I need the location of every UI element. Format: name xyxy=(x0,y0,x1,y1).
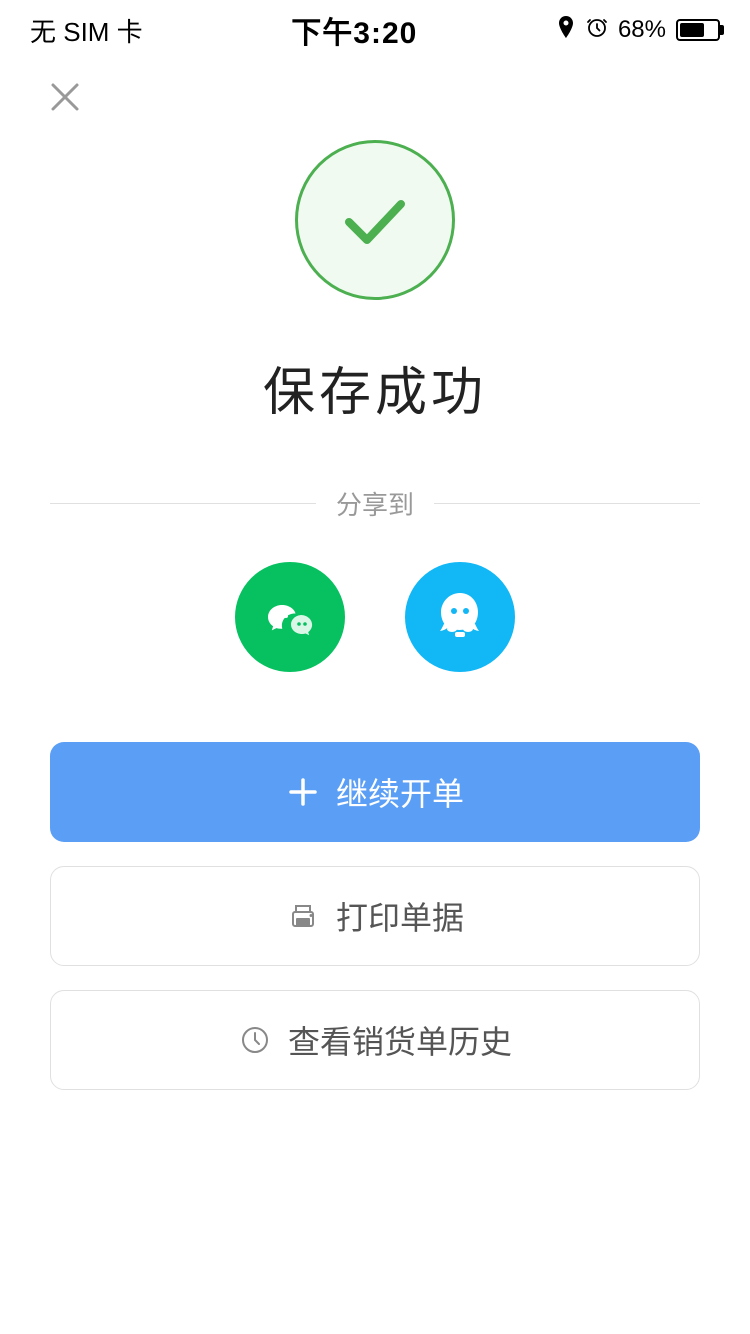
print-button[interactable]: 打印单据 xyxy=(50,866,700,966)
share-section: 分享到 xyxy=(0,485,750,672)
status-right: 68% xyxy=(556,15,720,46)
battery-icon xyxy=(676,19,720,41)
alarm-icon xyxy=(586,16,608,45)
carrier-label: 无 SIM 卡 xyxy=(30,12,143,49)
status-left: 无 SIM 卡 xyxy=(30,12,153,49)
print-label: 打印单据 xyxy=(336,893,464,939)
success-title: 保存成功 xyxy=(263,350,487,425)
plus-icon xyxy=(286,775,320,809)
divider-line-left xyxy=(50,503,316,504)
printer-icon xyxy=(286,899,320,933)
history-icon xyxy=(238,1023,272,1057)
share-label: 分享到 xyxy=(316,485,434,522)
close-button[interactable] xyxy=(40,72,90,122)
checkmark-icon xyxy=(335,180,415,260)
history-button[interactable]: 查看销货单历史 xyxy=(50,990,700,1090)
continue-button[interactable]: 继续开单 xyxy=(50,742,700,842)
qq-icon xyxy=(428,585,492,649)
status-time: 下午3:20 xyxy=(291,8,417,52)
wechat-share-button[interactable] xyxy=(235,562,345,672)
success-icon-circle xyxy=(295,140,455,300)
divider-line-right xyxy=(434,503,700,504)
history-label: 查看销货单历史 xyxy=(288,1017,512,1063)
status-bar: 无 SIM 卡 下午3:20 68% xyxy=(0,0,750,60)
wechat-icon xyxy=(258,585,322,649)
battery-percent: 68% xyxy=(618,16,666,44)
qq-share-button[interactable] xyxy=(405,562,515,672)
main-content: 保存成功 分享到 xyxy=(0,60,750,1090)
continue-label: 继续开单 xyxy=(336,769,464,815)
location-icon xyxy=(556,15,576,46)
action-buttons: 继续开单 打印单据 查看销货单历史 xyxy=(0,742,750,1090)
share-divider: 分享到 xyxy=(0,485,750,522)
share-icons-row xyxy=(235,562,515,672)
